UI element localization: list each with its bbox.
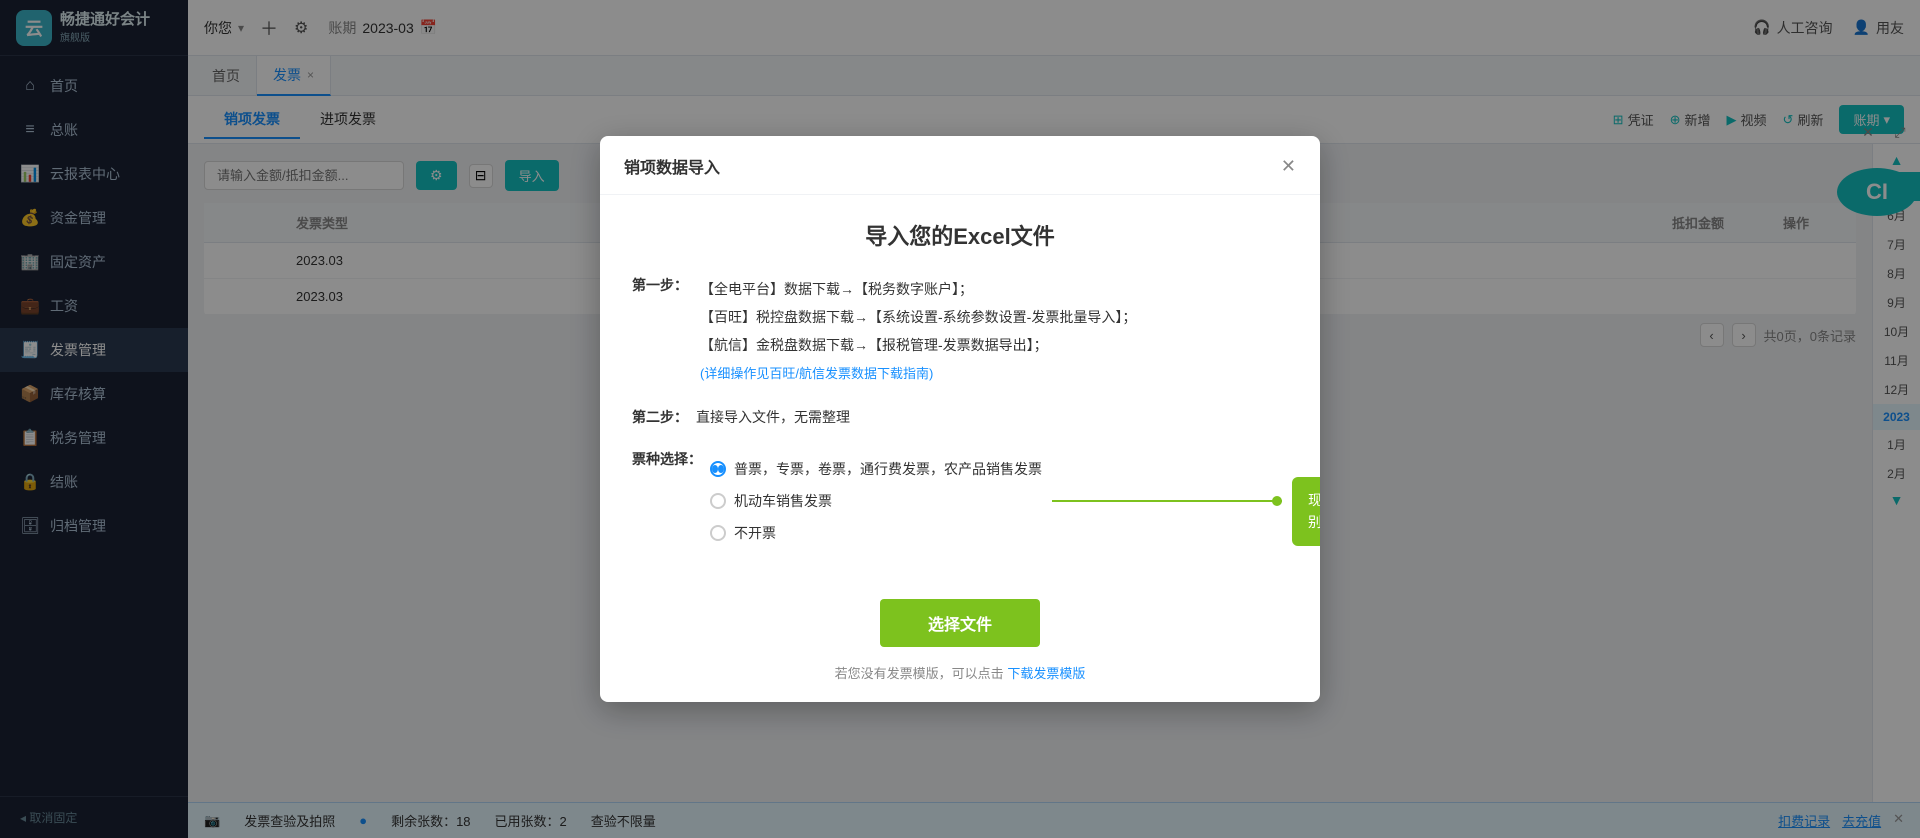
radio-normal-circle [710, 461, 726, 477]
radio-group: 普票，专票，卷票，通行费发票，农产品销售发票 机动车销售发票 [710, 459, 1042, 543]
step1-content: 【全电平台】数据下载→【税务数字账户】； 【百旺】税控盘数据下载→【系统设置-系… [700, 275, 1136, 387]
select-file-button[interactable]: 选择文件 [880, 599, 1040, 647]
radio-none[interactable]: 不开票 [710, 523, 1042, 543]
radio-normal[interactable]: 普票，专票，卷票，通行费发票，农产品销售发票 [710, 459, 1042, 479]
modal-main-title: 导入您的Excel文件 [632, 219, 1288, 251]
modal-body: 导入您的Excel文件 第一步： 【全电平台】数据下载→【税务数字账户】； 【百… [600, 195, 1320, 583]
step2-label: 第二步： [632, 407, 688, 427]
modal-dialog: 销项数据导入 ✕ 导入您的Excel文件 第一步： 【全电平台】数据下载→【税务… [600, 136, 1320, 702]
modal-header: 销项数据导入 ✕ [600, 136, 1320, 195]
radio-motor[interactable]: 机动车销售发票 [710, 491, 1042, 511]
modal-close-button[interactable]: ✕ [1281, 156, 1296, 177]
step1-link[interactable]: (详细操作见百旺/航信发票数据下载指南) [700, 366, 933, 381]
radio-none-label: 不开票 [734, 523, 776, 543]
radio-normal-label: 普票，专票，卷票，通行费发票，农产品销售发票 [734, 459, 1042, 479]
tooltip-line [1052, 500, 1282, 502]
radio-none-circle [710, 525, 726, 541]
template-download-link[interactable]: 下载发票模版 [1007, 666, 1085, 681]
radio-motor-circle [710, 493, 726, 509]
ticket-selection: 票种选择： 普票，专票，卷票，通行费发票，农产品销售发票 [632, 447, 1288, 543]
step1: 第一步： 【全电平台】数据下载→【税务数字账户】； 【百旺】税控盘数据下载→【系… [632, 275, 1288, 387]
tooltip-text: 现在支持的票种多了，导入发票时别忘了选择正确的发票类型呀! [1308, 492, 1320, 530]
step2-text: 直接导入文件，无需整理 [696, 407, 850, 427]
step1-line1: 【全电平台】数据下载→【税务数字账户】； [700, 275, 1136, 303]
modal-footer: 选择文件 若您没有发票模版，可以点击 下载发票模版 [600, 583, 1320, 702]
template-tip: 若您没有发票模版，可以点击 下载发票模版 [632, 663, 1288, 682]
ticket-label: 票种选择： [632, 447, 702, 469]
step1-line3: 【航信】金税盘数据下载→【报税管理-发票数据导出】； [700, 331, 1136, 359]
modal-title: 销项数据导入 [624, 154, 720, 178]
tooltip-bubble: × 现在支持的票种多了，导入发票时别忘了选择正确的发票类型呀! [1292, 477, 1320, 546]
radio-motor-label: 机动车销售发票 [734, 491, 832, 511]
template-tip-text: 若您没有发票模版，可以点击 [835, 666, 1004, 681]
step1-line2: 【百旺】税控盘数据下载→【系统设置-系统参数设置-发票批量导入】； [700, 303, 1136, 331]
step1-label: 第一步： [632, 275, 692, 387]
modal-overlay: 销项数据导入 ✕ 导入您的Excel文件 第一步： 【全电平台】数据下载→【税务… [0, 0, 1920, 838]
step2: 第二步： 直接导入文件，无需整理 [632, 407, 1288, 427]
